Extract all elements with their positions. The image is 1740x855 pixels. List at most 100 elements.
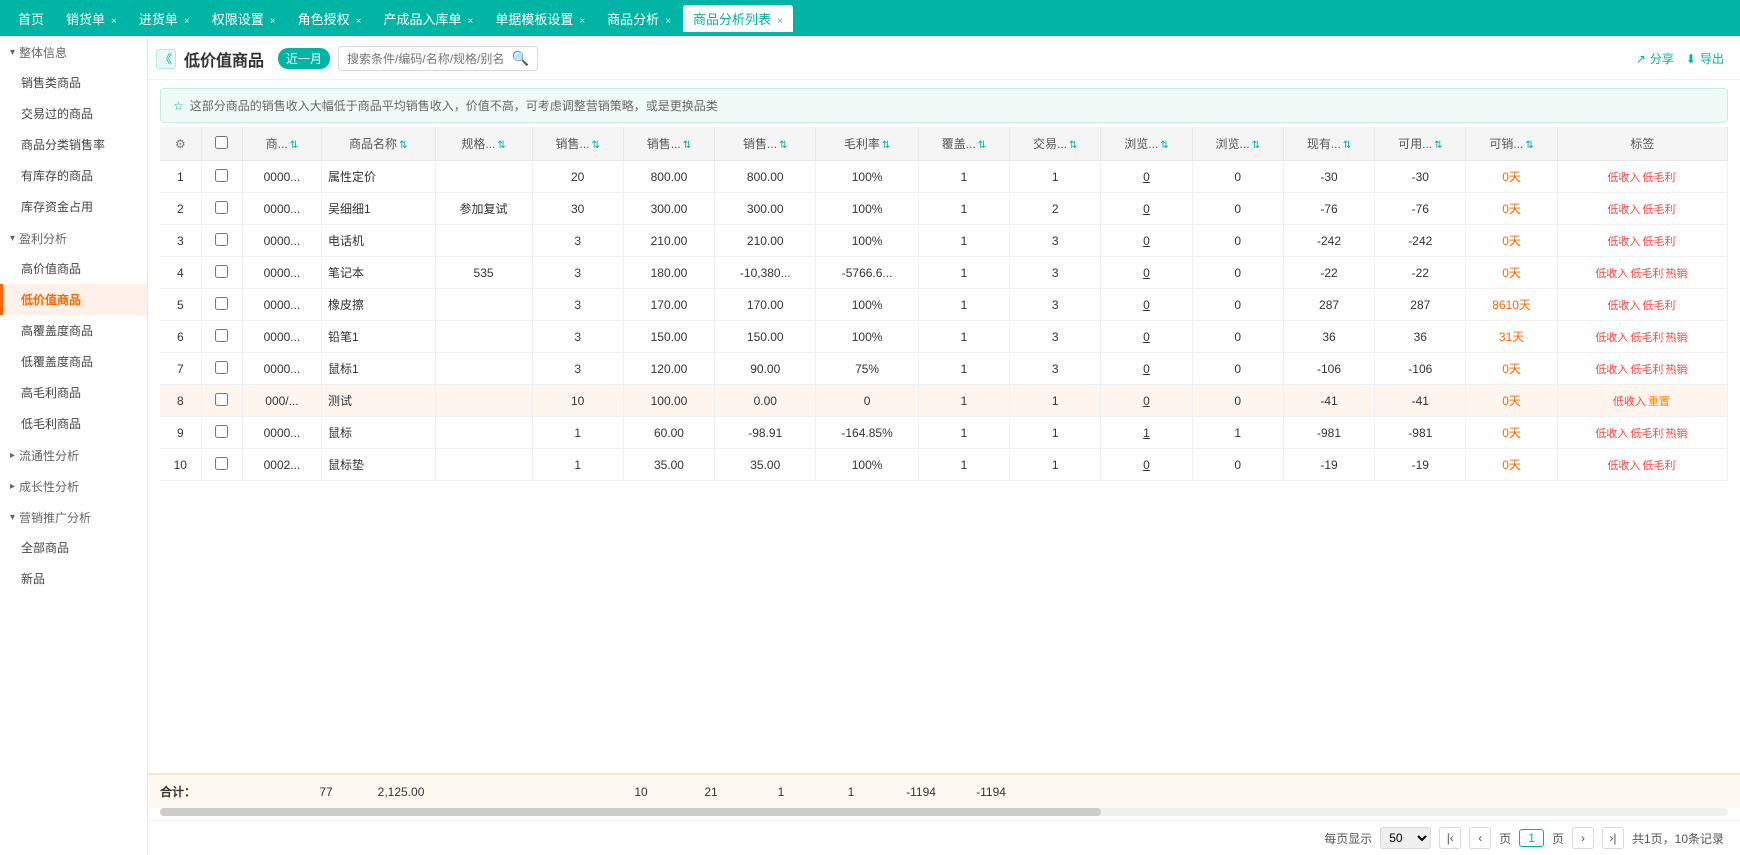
table-cell-view1: 0 <box>1101 257 1192 289</box>
nav-item-单据模板设置[interactable]: 单据模板设置× <box>485 5 595 32</box>
col-header-available[interactable]: 可用...⇅ <box>1375 127 1466 161</box>
table-cell-code: 0000... <box>242 289 321 321</box>
row-checkbox[interactable] <box>215 361 228 374</box>
table-cell-coverage: 1 <box>918 449 1009 481</box>
sidebar-item-全部商品[interactable]: 全部商品 <box>0 532 147 563</box>
view1-link[interactable]: 0 <box>1143 330 1150 344</box>
col-header-name[interactable]: 商品名称⇅ <box>321 127 435 161</box>
settings-icon[interactable]: ⚙ <box>175 137 186 151</box>
table-cell-sellable: 0天 <box>1466 385 1557 417</box>
view1-link[interactable]: 0 <box>1143 298 1150 312</box>
search-icon[interactable]: 🔍 <box>512 50 529 67</box>
tag-badge: 重置 <box>1648 396 1670 408</box>
nav-close-icon[interactable]: × <box>111 16 117 27</box>
col-header-current[interactable]: 现有...⇅ <box>1283 127 1374 161</box>
nav-item-商品分析[interactable]: 商品分析× <box>597 5 681 32</box>
nav-item-权限设置[interactable]: 权限设置× <box>202 5 286 32</box>
export-button[interactable]: ⬇ 导出 <box>1686 50 1724 67</box>
col-header-sales1[interactable]: 销售...⇅ <box>532 127 623 161</box>
table-cell-gear: 5 <box>160 289 201 321</box>
row-checkbox[interactable] <box>215 201 228 214</box>
sidebar-item-高价值商品[interactable]: 高价值商品 <box>0 253 147 284</box>
nav-close-icon[interactable]: × <box>579 16 585 27</box>
sidebar-item-高毛利商品[interactable]: 高毛利商品 <box>0 377 147 408</box>
table-cell-checkbox <box>201 353 242 385</box>
view1-link[interactable]: 0 <box>1143 202 1150 216</box>
table-cell-coverage: 1 <box>918 225 1009 257</box>
sidebar-item-高覆盖度商品[interactable]: 高覆盖度商品 <box>0 315 147 346</box>
sidebar-item-新品[interactable]: 新品 <box>0 563 147 594</box>
col-header-code[interactable]: 商...⇅ <box>242 127 321 161</box>
total-label: 合计： <box>160 783 196 800</box>
sidebar-item-低价值商品[interactable]: 低价值商品 <box>0 284 147 315</box>
sidebar-group-流通性分析[interactable]: ▸流通性分析 <box>0 439 147 470</box>
col-header-view2[interactable]: 浏览...⇅ <box>1192 127 1283 161</box>
row-checkbox[interactable] <box>215 265 228 278</box>
next-page-button[interactable]: › <box>1572 827 1594 849</box>
table-cell-margin: 100% <box>816 289 918 321</box>
nav-close-icon[interactable]: × <box>777 16 783 27</box>
sidebar-item-低毛利商品[interactable]: 低毛利商品 <box>0 408 147 439</box>
nav-close-icon[interactable]: × <box>184 16 190 27</box>
search-input[interactable] <box>347 52 512 66</box>
row-checkbox[interactable] <box>215 393 228 406</box>
col-header-coverage[interactable]: 覆盖...⇅ <box>918 127 1009 161</box>
tag-badge: 低收入 <box>1595 428 1628 440</box>
share-button[interactable]: ↗ 分享 <box>1636 50 1674 67</box>
row-checkbox[interactable] <box>215 169 228 182</box>
sidebar-group-盈利分析[interactable]: ▾盈利分析 <box>0 222 147 253</box>
sort-icon: ⇅ <box>290 140 298 151</box>
current-page[interactable]: 1 <box>1519 829 1544 847</box>
view1-link[interactable]: 0 <box>1143 362 1150 376</box>
nav-item-商品分析列表[interactable]: 商品分析列表× <box>683 5 793 32</box>
row-checkbox[interactable] <box>215 233 228 246</box>
sidebar-group-营销推广分析[interactable]: ▾营销推广分析 <box>0 501 147 532</box>
nav-item-角色授权[interactable]: 角色授权× <box>288 5 372 32</box>
nav-close-icon[interactable]: × <box>270 16 276 27</box>
col-header-sales2[interactable]: 销售...⇅ <box>623 127 714 161</box>
table-cell-name: 吴细细1 <box>321 193 435 225</box>
row-checkbox[interactable] <box>215 297 228 310</box>
row-checkbox[interactable] <box>215 329 228 342</box>
nav-close-icon[interactable]: × <box>356 16 362 27</box>
col-header-spec[interactable]: 规格...⇅ <box>435 127 532 161</box>
view1-link[interactable]: 0 <box>1143 394 1150 408</box>
row-checkbox[interactable] <box>215 425 228 438</box>
table-cell-trade: 3 <box>1010 289 1101 321</box>
sidebar-item-有库存的商品[interactable]: 有库存的商品 <box>0 160 147 191</box>
col-header-sellable[interactable]: 可销...⇅ <box>1466 127 1557 161</box>
col-header-view1[interactable]: 浏览...⇅ <box>1101 127 1192 161</box>
sidebar-group-整体信息[interactable]: ▾整体信息 <box>0 36 147 67</box>
sidebar-item-库存资金占用[interactable]: 库存资金占用 <box>0 191 147 222</box>
sidebar-item-低覆盖度商品[interactable]: 低覆盖度商品 <box>0 346 147 377</box>
nav-item-销货单[interactable]: 销货单× <box>56 5 127 32</box>
collapse-button[interactable]: 《 <box>156 49 176 69</box>
nav-item-产成品入库单[interactable]: 产成品入库单× <box>373 5 483 32</box>
view1-link[interactable]: 0 <box>1143 170 1150 184</box>
sidebar-group-成长性分析[interactable]: ▸成长性分析 <box>0 470 147 501</box>
per-page-select[interactable]: 50 100 200 <box>1380 827 1431 849</box>
table-cell-coverage: 1 <box>918 161 1009 193</box>
col-header-margin[interactable]: 毛利率⇅ <box>816 127 918 161</box>
view1-link[interactable]: 1 <box>1143 426 1150 440</box>
row-checkbox[interactable] <box>215 457 228 470</box>
table-cell-checkbox <box>201 321 242 353</box>
first-page-button[interactable]: |‹ <box>1439 827 1461 849</box>
last-page-button[interactable]: ›| <box>1602 827 1624 849</box>
col-header-sales3[interactable]: 销售...⇅ <box>715 127 816 161</box>
view1-link[interactable]: 0 <box>1143 266 1150 280</box>
nav-item-首页[interactable]: 首页 <box>8 5 54 32</box>
period-tag[interactable]: 近一月 <box>278 48 330 69</box>
view1-link[interactable]: 0 <box>1143 458 1150 472</box>
nav-close-icon[interactable]: × <box>467 16 473 27</box>
prev-page-button[interactable]: ‹ <box>1469 827 1491 849</box>
sidebar-item-商品分类销售率[interactable]: 商品分类销售率 <box>0 129 147 160</box>
sidebar-item-交易过的商品[interactable]: 交易过的商品 <box>0 98 147 129</box>
nav-item-进货单[interactable]: 进货单× <box>129 5 200 32</box>
sidebar-item-销售类商品[interactable]: 销售类商品 <box>0 67 147 98</box>
table-cell-checkbox <box>201 449 242 481</box>
col-header-trade[interactable]: 交易...⇅ <box>1010 127 1101 161</box>
view1-link[interactable]: 0 <box>1143 234 1150 248</box>
nav-close-icon[interactable]: × <box>665 16 671 27</box>
select-all-checkbox[interactable] <box>215 136 228 149</box>
